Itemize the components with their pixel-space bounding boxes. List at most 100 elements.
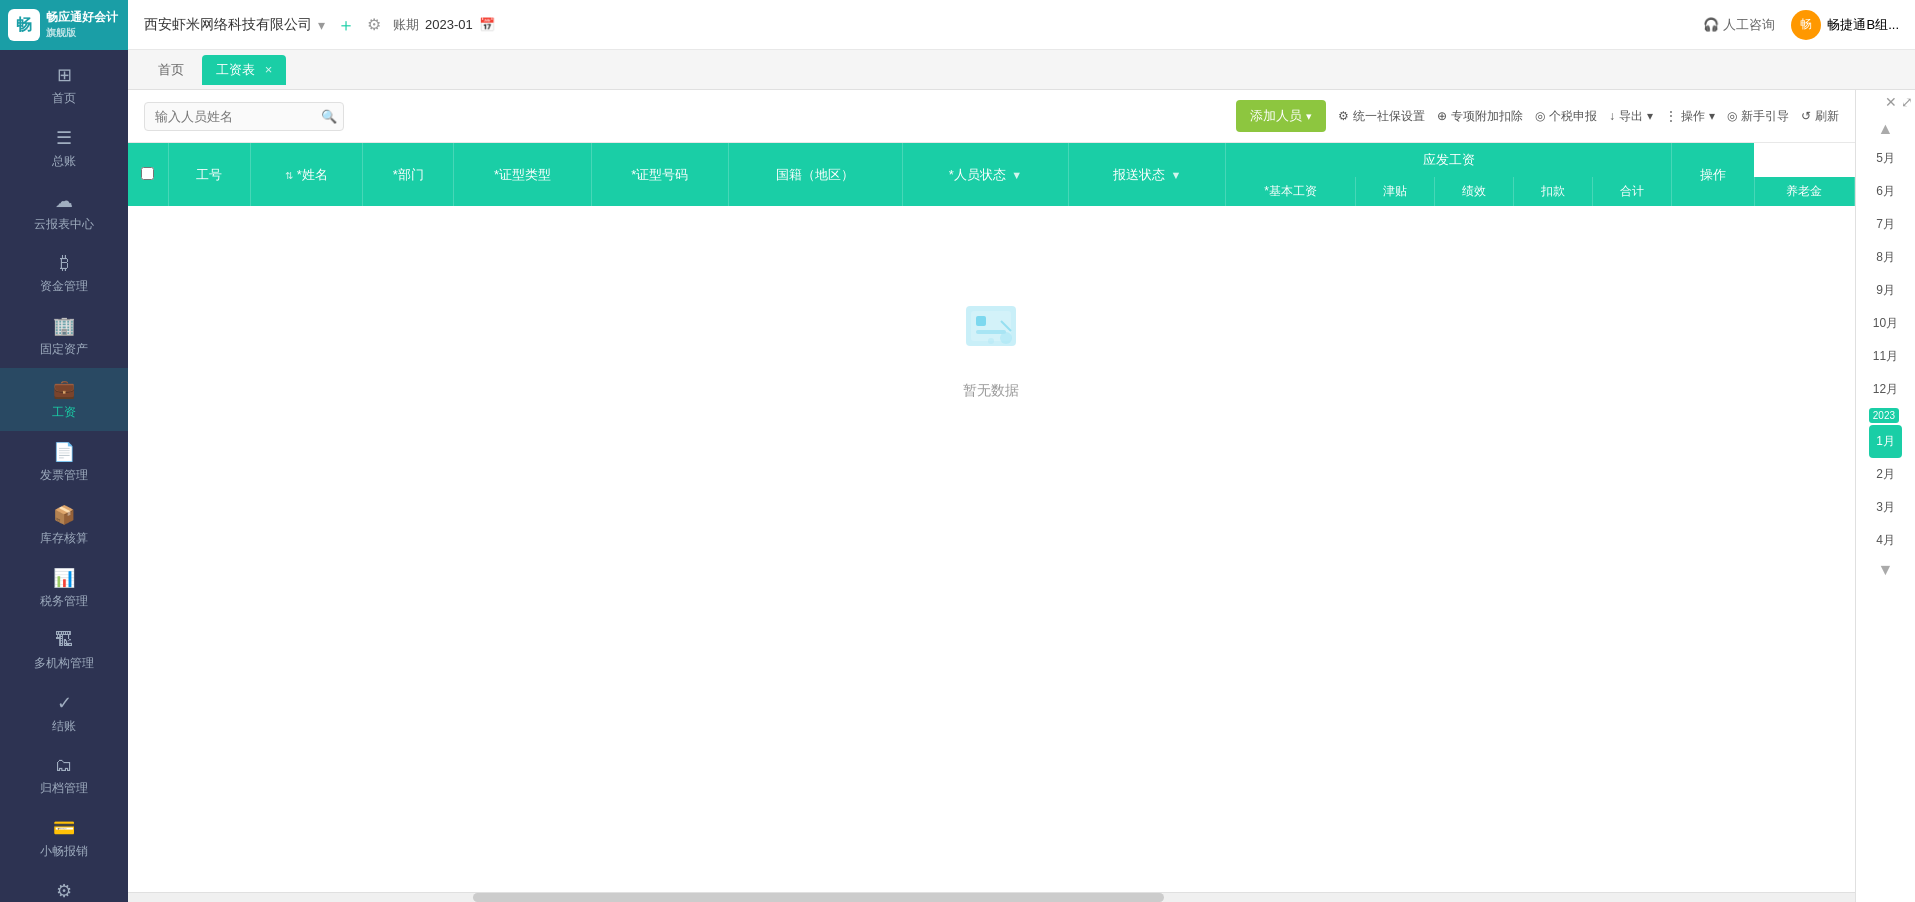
invoice-icon: 📄 (53, 441, 75, 463)
month-item-1[interactable]: 1月 (1869, 425, 1902, 458)
month-item-11[interactable]: 11月 (1869, 340, 1902, 373)
closing-icon: ✓ (57, 692, 72, 714)
content-area: 🔍 添加人员 ▾ ⚙ 统一社保设置 ⊕ 专项附加扣除 (128, 90, 1915, 902)
ledger-icon: ☰ (56, 127, 72, 149)
close-panel-button[interactable]: ✕ (1885, 94, 1897, 110)
special-deduction-label: 专项附加扣除 (1451, 108, 1523, 125)
sidebar-label-general-ledger: 总账 (52, 153, 76, 170)
report-status-filter-icon[interactable]: ▼ (1171, 169, 1182, 181)
topbar-left: 西安虾米网络科技有限公司 ▾ ＋ ⚙ 账期 2023-01 📅 (144, 13, 495, 37)
toolbar-right: 添加人员 ▾ ⚙ 统一社保设置 ⊕ 专项附加扣除 ◎ 个税申报 (1236, 100, 1839, 132)
th-name: ⇅ *姓名 (251, 143, 363, 206)
sidebar-item-tax[interactable]: 📊 税务管理 (0, 557, 128, 620)
calendar-icon[interactable]: 📅 (479, 17, 495, 32)
month-prev-button[interactable]: ▲ (1869, 116, 1902, 142)
month-next-button[interactable]: ▼ (1869, 557, 1902, 583)
year-badge-2023: 2023 (1869, 408, 1899, 423)
sort-icon: ⇅ (285, 170, 293, 181)
toolbar-left: 🔍 (144, 102, 344, 131)
export-icon: ↓ (1609, 109, 1615, 123)
logo-icon: 畅 (8, 9, 40, 41)
tab-close-icon[interactable]: × (265, 62, 273, 77)
month-item-5[interactable]: 5月 (1869, 142, 1902, 175)
user-menu[interactable]: 畅 畅捷通B组... (1791, 10, 1899, 40)
sidebar-item-fixed-assets[interactable]: 🏢 固定资产 (0, 305, 128, 368)
sidebar-label-tax: 税务管理 (40, 593, 88, 610)
month-item-2[interactable]: 2月 (1869, 458, 1902, 491)
add-person-button[interactable]: 添加人员 ▾ (1236, 100, 1326, 132)
operation-button[interactable]: ⋮ 操作 ▾ (1665, 108, 1715, 125)
sidebar-label-cloud-report: 云报表中心 (34, 216, 94, 233)
company-settings-icon[interactable]: ⚙ (367, 15, 381, 34)
table-scrollbar[interactable] (128, 892, 1855, 902)
select-all-checkbox[interactable] (141, 167, 154, 180)
guide-button[interactable]: ◎ 新手引导 (1727, 108, 1789, 125)
sidebar-item-general-ledger[interactable]: ☰ 总账 (0, 117, 128, 180)
th-ops: 操作 (1672, 143, 1755, 206)
scrollbar-thumb[interactable] (473, 893, 1164, 902)
empty-icon (951, 286, 1031, 366)
export-button[interactable]: ↓ 导出 ▾ (1609, 108, 1653, 125)
refresh-button[interactable]: ↺ 刷新 (1801, 108, 1839, 125)
sidebar-item-multi-org[interactable]: 🏗 多机构管理 (0, 620, 128, 682)
add-company-button[interactable]: ＋ (337, 13, 355, 37)
sidebar-label-payroll: 工资 (52, 404, 76, 421)
sidebar-label-home: 首页 (52, 90, 76, 107)
search-icon: 🔍 (321, 109, 337, 124)
special-deduction-button[interactable]: ⊕ 专项附加扣除 (1437, 108, 1523, 125)
sidebar-item-archive[interactable]: 🗂 归档管理 (0, 745, 128, 807)
th-report-status: 报送状态 ▼ (1069, 143, 1226, 206)
tax-icon: 📊 (53, 567, 75, 589)
sidebar-item-inventory[interactable]: 📦 库存核算 (0, 494, 128, 557)
month-item-9[interactable]: 9月 (1869, 274, 1902, 307)
add-person-chevron-icon: ▾ (1306, 110, 1312, 123)
inventory-icon: 📦 (53, 504, 75, 526)
month-item-3[interactable]: 3月 (1869, 491, 1902, 524)
month-picker-panel: ✕ ⤢ ▲ 5月 6月 7月 8月 9月 10月 11月 12月 2023 1月… (1855, 90, 1915, 902)
payroll-icon: 💼 (53, 378, 75, 400)
sidebar-item-cloud-report[interactable]: ☁ 云报表中心 (0, 180, 128, 243)
sidebar-item-invoice[interactable]: 📄 发票管理 (0, 431, 128, 494)
customer-service-button[interactable]: 🎧 人工咨询 (1703, 16, 1775, 34)
tab-home[interactable]: 首页 (144, 55, 198, 85)
th-dept: *部门 (362, 143, 453, 206)
main-content: 西安虾米网络科技有限公司 ▾ ＋ ⚙ 账期 2023-01 📅 🎧 人工咨询 畅… (128, 0, 1915, 902)
month-item-6[interactable]: 6月 (1869, 175, 1902, 208)
sidebar-item-fund[interactable]: ₿ 资金管理 (0, 243, 128, 305)
expand-panel-button[interactable]: ⤢ (1901, 94, 1913, 110)
month-item-7[interactable]: 7月 (1869, 208, 1902, 241)
sidebar-item-payroll[interactable]: 💼 工资 (0, 368, 128, 431)
add-person-label: 添加人员 (1250, 107, 1302, 125)
social-security-button[interactable]: ⚙ 统一社保设置 (1338, 108, 1425, 125)
th-base-salary: *基本工资 (1226, 177, 1355, 206)
empty-state-cell: 暂无数据 (128, 206, 1855, 480)
sidebar-item-home[interactable]: ⊞ 首页 (0, 54, 128, 117)
guide-icon: ◎ (1727, 109, 1737, 123)
headset-icon: 🎧 (1703, 17, 1719, 32)
sidebar-item-closing[interactable]: ✓ 结账 (0, 682, 128, 745)
month-item-12[interactable]: 12月 (1869, 373, 1902, 406)
svg-point-6 (988, 338, 994, 344)
sidebar-label-fixed-assets: 固定资产 (40, 341, 88, 358)
refresh-label: 刷新 (1815, 108, 1839, 125)
person-status-filter-icon[interactable]: ▼ (1011, 169, 1022, 181)
toolbar: 🔍 添加人员 ▾ ⚙ 统一社保设置 ⊕ 专项附加扣除 (128, 90, 1855, 143)
month-item-8[interactable]: 8月 (1869, 241, 1902, 274)
personal-tax-button[interactable]: ◎ 个税申报 (1535, 108, 1597, 125)
sidebar-label-archive: 归档管理 (40, 780, 88, 797)
service-label: 人工咨询 (1723, 16, 1775, 34)
month-item-10[interactable]: 10月 (1869, 307, 1902, 340)
th-cert-type: *证型类型 (454, 143, 591, 206)
personal-tax-label: 个税申报 (1549, 108, 1597, 125)
tab-payroll-table[interactable]: 工资表 × (202, 55, 286, 85)
sidebar-item-expense[interactable]: 💳 小畅报销 (0, 807, 128, 870)
th-checkbox[interactable] (128, 143, 168, 206)
company-selector[interactable]: 西安虾米网络科技有限公司 ▾ (144, 16, 325, 34)
company-name: 西安虾米网络科技有限公司 (144, 16, 312, 34)
period-value: 2023-01 (425, 17, 473, 32)
fixed-assets-icon: 🏢 (53, 315, 75, 337)
month-item-4[interactable]: 4月 (1869, 524, 1902, 557)
search-input[interactable] (155, 109, 315, 124)
topbar-period: 账期 2023-01 📅 (393, 16, 495, 34)
sidebar-item-settings[interactable]: ⚙ 基础设置 (0, 870, 128, 902)
